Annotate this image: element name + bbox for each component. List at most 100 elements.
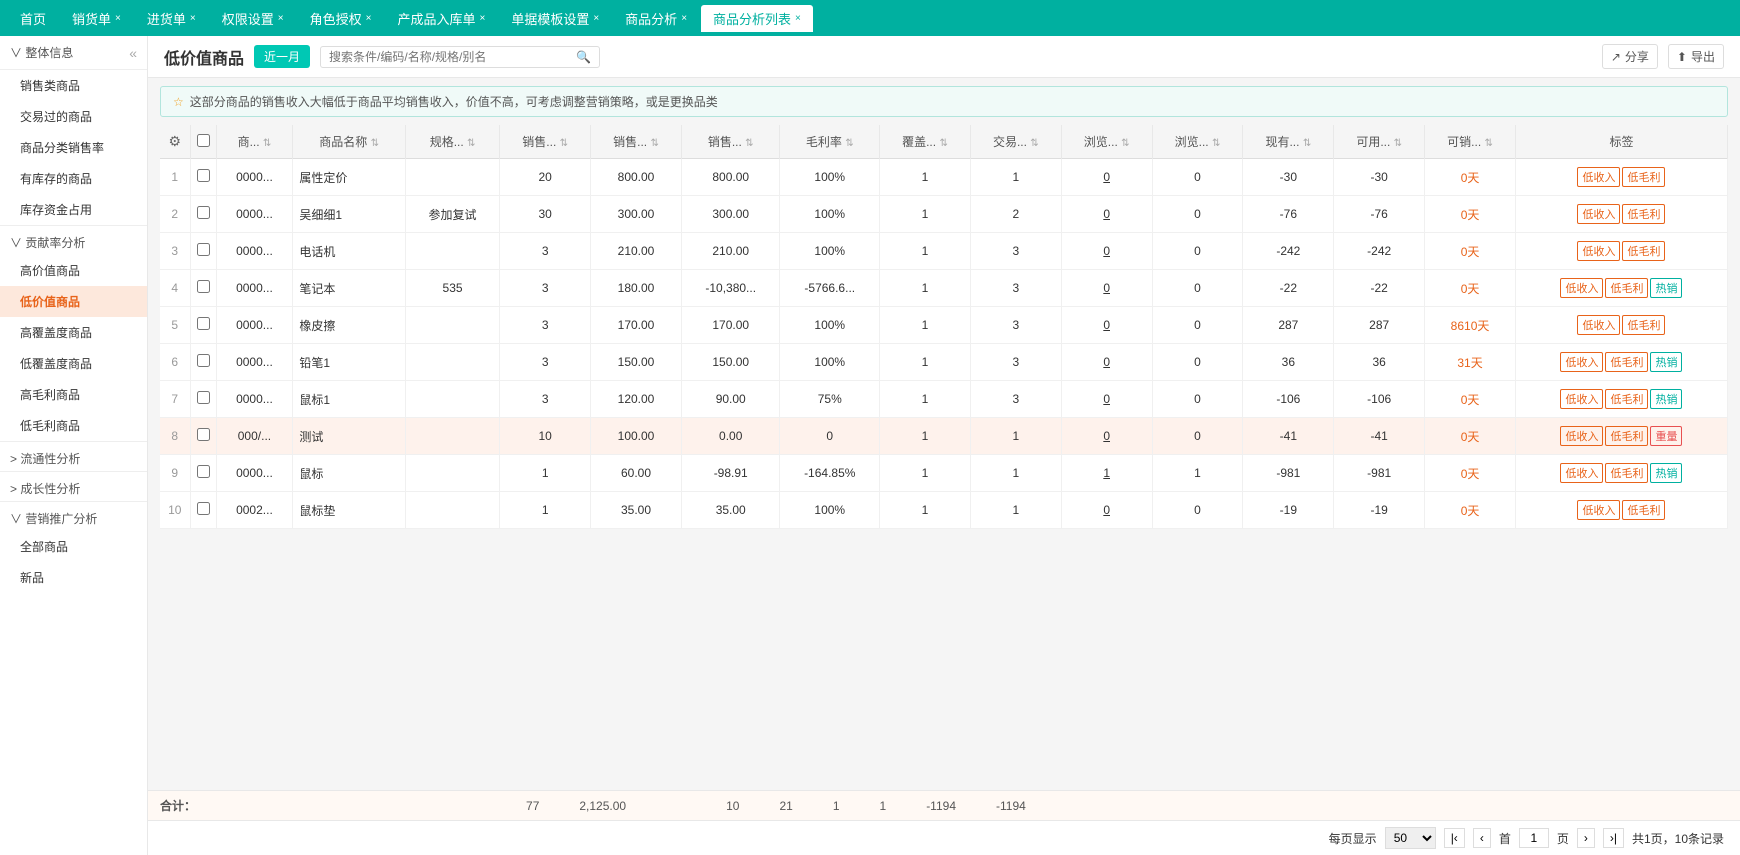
sidebar-item-category-sales[interactable]: 商品分类销售率	[0, 132, 147, 163]
cell-checkbox[interactable]	[190, 344, 216, 381]
nav-close-role[interactable]: ×	[366, 13, 372, 24]
row-checkbox[interactable]	[197, 206, 210, 219]
col-sales2[interactable]: 销售... ⇅	[591, 125, 682, 159]
nav-item-home[interactable]: 首页	[8, 5, 58, 32]
sidebar-item-sales-goods[interactable]: 销售类商品	[0, 70, 147, 101]
sidebar-item-low-value[interactable]: 低价值商品	[0, 286, 147, 317]
col-cover[interactable]: 覆盖... ⇅	[880, 125, 971, 159]
row-checkbox[interactable]	[197, 502, 210, 515]
page-number-input[interactable]	[1519, 828, 1549, 848]
col-code[interactable]: 商... ⇅	[216, 125, 293, 159]
cell-checkbox[interactable]	[190, 270, 216, 307]
sidebar-item-traded-goods[interactable]: 交易过的商品	[0, 101, 147, 132]
sidebar-item-new-goods[interactable]: 新品	[0, 562, 147, 593]
cell-name[interactable]: 鼠标1	[293, 381, 406, 418]
row-checkbox[interactable]	[197, 280, 210, 293]
cell-name[interactable]: 鼠标垫	[293, 492, 406, 529]
sidebar-item-high-coverage[interactable]: 高覆盖度商品	[0, 317, 147, 348]
nav-close-product-inbound[interactable]: ×	[479, 13, 485, 24]
cell-name[interactable]: 吴细细1	[293, 196, 406, 233]
row-checkbox[interactable]	[197, 354, 210, 367]
sidebar-item-low-gross[interactable]: 低毛利商品	[0, 410, 147, 441]
col-settings[interactable]: ⚙	[160, 125, 190, 159]
cell-name[interactable]: 属性定价	[293, 159, 406, 196]
cell-browse1[interactable]: 0	[1061, 270, 1152, 307]
col-gross[interactable]: 毛利率 ⇅	[780, 125, 880, 159]
cell-checkbox[interactable]	[190, 418, 216, 455]
prev-page-btn[interactable]: ‹	[1473, 828, 1491, 848]
sidebar-collapse-btn[interactable]: «	[129, 45, 137, 61]
cell-browse1[interactable]: 1	[1061, 455, 1152, 492]
per-page-select[interactable]: 50 100 200	[1385, 827, 1436, 849]
nav-item-role[interactable]: 角色授权 ×	[298, 5, 384, 32]
cell-browse1[interactable]: 0	[1061, 344, 1152, 381]
export-button[interactable]: ⬆ 导出	[1668, 44, 1724, 69]
nav-item-template[interactable]: 单据模板设置 ×	[499, 5, 611, 32]
row-checkbox[interactable]	[197, 169, 210, 182]
nav-item-purchase[interactable]: 进货单 ×	[135, 5, 208, 32]
cell-checkbox[interactable]	[190, 381, 216, 418]
cell-checkbox[interactable]	[190, 307, 216, 344]
nav-item-goods-list[interactable]: 商品分析列表 ×	[701, 5, 813, 32]
cell-checkbox[interactable]	[190, 233, 216, 270]
cell-sales2: 180.00	[591, 270, 682, 307]
col-stock3[interactable]: 可销... ⇅	[1425, 125, 1516, 159]
col-stock2[interactable]: 可用... ⇅	[1334, 125, 1425, 159]
search-icon[interactable]: 🔍	[576, 50, 591, 64]
next-page-btn[interactable]: ›	[1577, 828, 1595, 848]
col-sales1[interactable]: 销售... ⇅	[500, 125, 591, 159]
row-checkbox[interactable]	[197, 317, 210, 330]
col-checkbox[interactable]	[190, 125, 216, 159]
cell-browse1[interactable]: 0	[1061, 418, 1152, 455]
nav-close-goods-list[interactable]: ×	[795, 13, 801, 24]
cell-browse1[interactable]: 0	[1061, 196, 1152, 233]
row-checkbox[interactable]	[197, 243, 210, 256]
row-checkbox[interactable]	[197, 391, 210, 404]
nav-item-goods-analysis[interactable]: 商品分析 ×	[613, 5, 699, 32]
cell-name[interactable]: 电话机	[293, 233, 406, 270]
last-page-btn[interactable]: ›|	[1603, 828, 1624, 848]
nav-close-permission[interactable]: ×	[278, 13, 284, 24]
cell-checkbox[interactable]	[190, 455, 216, 492]
cell-checkbox[interactable]	[190, 492, 216, 529]
select-all-checkbox[interactable]	[197, 134, 210, 147]
nav-item-product-inbound[interactable]: 产成品入库单 ×	[385, 5, 497, 32]
cell-browse1[interactable]: 0	[1061, 381, 1152, 418]
cell-name[interactable]: 笔记本	[293, 270, 406, 307]
cell-name[interactable]: 测试	[293, 418, 406, 455]
col-browse1[interactable]: 浏览... ⇅	[1061, 125, 1152, 159]
first-page-btn[interactable]: |‹	[1444, 828, 1465, 848]
col-name[interactable]: 商品名称 ⇅	[293, 125, 406, 159]
sidebar-item-all-goods[interactable]: 全部商品	[0, 531, 147, 562]
row-checkbox[interactable]	[197, 465, 210, 478]
cell-browse1[interactable]: 0	[1061, 492, 1152, 529]
nav-close-template[interactable]: ×	[593, 13, 599, 24]
cell-browse1[interactable]: 0	[1061, 233, 1152, 270]
sidebar-item-high-value[interactable]: 高价值商品	[0, 255, 147, 286]
col-spec[interactable]: 规格... ⇅	[405, 125, 499, 159]
cell-name[interactable]: 鼠标	[293, 455, 406, 492]
cell-name[interactable]: 铅笔1	[293, 344, 406, 381]
nav-item-permission[interactable]: 权限设置 ×	[210, 5, 296, 32]
nav-close-goods-analysis[interactable]: ×	[681, 13, 687, 24]
filter-btn[interactable]: 近一月	[254, 45, 310, 68]
nav-close-purchase[interactable]: ×	[190, 13, 196, 24]
sidebar-item-stock-fund[interactable]: 库存资金占用	[0, 194, 147, 225]
sidebar-item-high-gross[interactable]: 高毛利商品	[0, 379, 147, 410]
col-browse2[interactable]: 浏览... ⇅	[1152, 125, 1243, 159]
cell-browse1[interactable]: 0	[1061, 307, 1152, 344]
cell-browse1[interactable]: 0	[1061, 159, 1152, 196]
col-stock1[interactable]: 现有... ⇅	[1243, 125, 1334, 159]
share-button[interactable]: ↗ 分享	[1602, 44, 1658, 69]
row-checkbox[interactable]	[197, 428, 210, 441]
sidebar-item-stocked-goods[interactable]: 有库存的商品	[0, 163, 147, 194]
cell-checkbox[interactable]	[190, 159, 216, 196]
sidebar-item-low-coverage[interactable]: 低覆盖度商品	[0, 348, 147, 379]
col-trade[interactable]: 交易... ⇅	[970, 125, 1061, 159]
nav-item-sales[interactable]: 销货单 ×	[60, 5, 133, 32]
cell-name[interactable]: 橡皮擦	[293, 307, 406, 344]
search-input[interactable]	[329, 50, 572, 64]
col-sales3[interactable]: 销售... ⇅	[681, 125, 780, 159]
cell-checkbox[interactable]	[190, 196, 216, 233]
nav-close-sales[interactable]: ×	[115, 13, 121, 24]
